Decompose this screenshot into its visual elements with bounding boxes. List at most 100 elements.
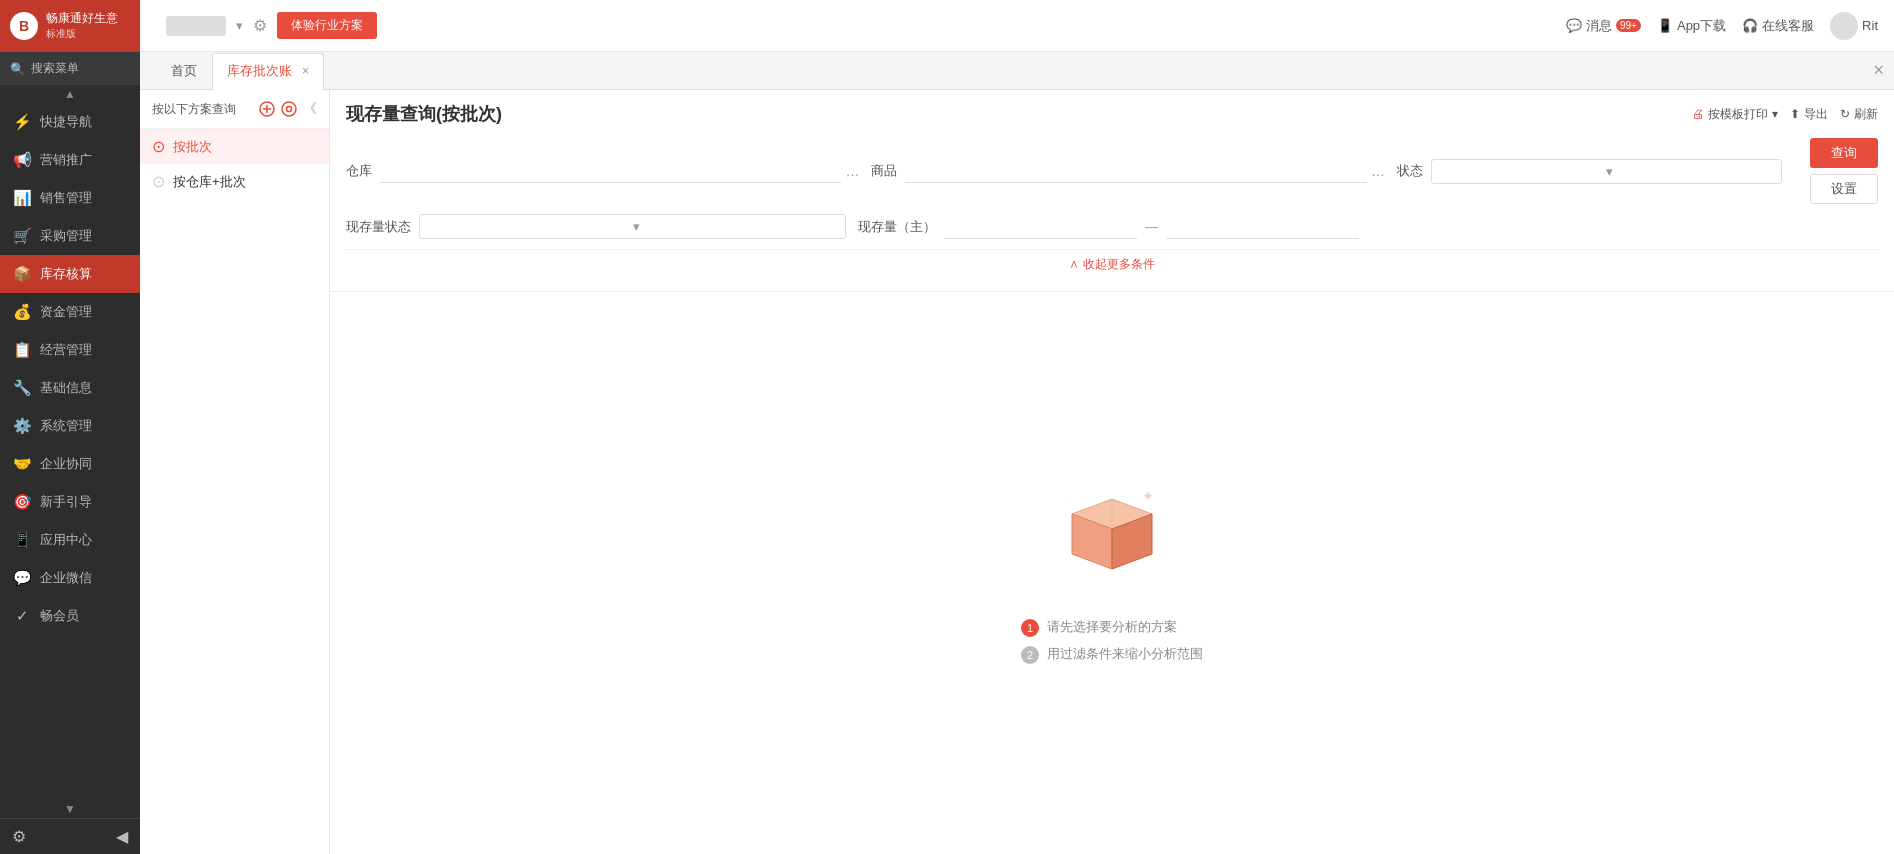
sidebar-item-newbie[interactable]: 🎯 新手引导: [0, 483, 140, 521]
scheme-by-warehouse-batch[interactable]: ⊙ 按仓库+批次: [140, 164, 329, 199]
sidebar-item-sales[interactable]: 📊 销售管理: [0, 179, 140, 217]
inventory-status-chevron-icon: ▾: [633, 219, 838, 234]
operations-icon: 📋: [12, 341, 32, 359]
export-icon: ⬆: [1790, 107, 1800, 121]
tabs-bar: 首页 库存批次账 × ×: [140, 52, 1894, 90]
trial-btn[interactable]: 体验行业方案: [277, 12, 377, 39]
sidebar-item-inventory[interactable]: 📦 库存核算: [0, 255, 140, 293]
add-scheme-btn[interactable]: [259, 101, 275, 117]
status-select[interactable]: ▾: [1431, 159, 1782, 184]
sidebar-scroll-down[interactable]: ▼: [64, 802, 76, 816]
filter-row-2: 现存量状态 ▾ 现存量（主） —: [346, 214, 1878, 239]
online-service-item[interactable]: 🎧 在线客服: [1742, 17, 1814, 35]
sidebar-item-system[interactable]: ⚙️ 系统管理: [0, 407, 140, 445]
sidebar-item-label: 应用中心: [40, 531, 92, 549]
sidebar-item-label: 企业协同: [40, 455, 92, 473]
topbar-settings-icon[interactable]: ⚙: [253, 16, 267, 35]
scheme-settings-btn[interactable]: [281, 101, 297, 117]
left-panel-collapse-btn[interactable]: 《: [303, 100, 317, 118]
search-icon: 🔍: [10, 62, 25, 76]
scheme-by-warehouse-label: 按仓库+批次: [173, 173, 246, 191]
warehouse-input[interactable]: [380, 159, 841, 183]
refresh-btn[interactable]: ↻ 刷新: [1840, 106, 1878, 123]
app-download-label: App下载: [1677, 17, 1726, 35]
sidebar-item-quick-nav[interactable]: ⚡ 快捷导航: [0, 103, 140, 141]
sidebar-scroll-up[interactable]: ▲: [64, 87, 76, 101]
footer-settings-icon[interactable]: ⚙: [12, 827, 26, 846]
plus-circle-icon: [259, 101, 275, 117]
sidebar-item-operations[interactable]: 📋 经营管理: [0, 331, 140, 369]
sidebar-item-label: 系统管理: [40, 417, 92, 435]
print-btn[interactable]: 🖨 按模板打印 ▾: [1692, 106, 1778, 123]
status-chevron-icon: ▾: [1606, 164, 1773, 179]
apps-icon: 📱: [12, 531, 32, 549]
status-filter: 状态 ▾: [1397, 159, 1782, 184]
sidebar-version: 标准版: [46, 27, 118, 41]
step-2-text: 用过滤条件来缩小分析范围: [1047, 645, 1203, 663]
settings-button[interactable]: 设置: [1810, 174, 1878, 204]
empty-step-1: 1 请先选择要分析的方案: [1021, 618, 1203, 637]
user-avatar: [1830, 12, 1858, 40]
empty-illustration: ✦ ·: [1052, 474, 1172, 594]
product-more-icon[interactable]: …: [1371, 163, 1385, 179]
app-download-item[interactable]: 📱 App下载: [1657, 17, 1726, 35]
warehouse-more-icon[interactable]: …: [845, 163, 859, 179]
tab-home[interactable]: 首页: [156, 52, 212, 89]
refresh-icon: ↻: [1840, 107, 1850, 121]
sidebar-item-label: 经营管理: [40, 341, 92, 359]
sidebar-item-label: 新手引导: [40, 493, 92, 511]
export-btn[interactable]: ⬆ 导出: [1790, 106, 1828, 123]
left-panel-actions: 《: [259, 100, 317, 118]
sidebar-item-weixin[interactable]: 💬 企业微信: [0, 559, 140, 597]
filter-actions: 查询 设置: [1810, 138, 1878, 204]
warehouse-filter: 仓库 …: [346, 159, 859, 183]
sidebar-item-apps[interactable]: 📱 应用中心: [0, 521, 140, 559]
sidebar-item-label: 营销推广: [40, 151, 92, 169]
sidebar-item-basic[interactable]: 🔧 基础信息: [0, 369, 140, 407]
inventory-icon: 📦: [12, 265, 32, 283]
newbie-icon: 🎯: [12, 493, 32, 511]
quick-nav-icon: ⚡: [12, 113, 32, 131]
member-icon: ✓: [12, 607, 32, 625]
left-panel: 按以下方案查询 《: [140, 90, 330, 854]
enterprise-icon: 🤝: [12, 455, 32, 473]
filter-collapse-btn[interactable]: ∧ 收起更多条件: [346, 249, 1878, 279]
page-title-actions: 🖨 按模板打印 ▾ ⬆ 导出 ↻ 刷新: [1692, 106, 1878, 123]
svg-point-4: [287, 107, 292, 112]
sidebar-search[interactable]: 🔍 搜索菜单: [0, 52, 140, 85]
topbar-right: 💬 消息 99+ 📱 App下载 🎧 在线客服 Rit: [1566, 12, 1878, 40]
collapse-label: 收起更多条件: [1083, 257, 1155, 271]
tabs-close-all-icon[interactable]: ×: [1873, 60, 1884, 81]
sidebar-item-label: 库存核算: [40, 265, 92, 283]
messages-badge: 99+: [1616, 19, 1641, 32]
print-dropdown-icon[interactable]: ▾: [1772, 107, 1778, 121]
tab-close-icon[interactable]: ×: [302, 64, 309, 78]
scheme-by-batch[interactable]: ⊙ 按批次: [140, 129, 329, 164]
footer-collapse-icon[interactable]: ◀: [116, 827, 128, 846]
inventory-qty-to[interactable]: [1166, 215, 1359, 239]
sidebar-item-label: 企业微信: [40, 569, 92, 587]
purchase-icon: 🛒: [12, 227, 32, 245]
right-panel: 现存量查询(按批次) 🖨 按模板打印 ▾ ⬆ 导出 ↻ 刷新: [330, 90, 1894, 854]
sales-icon: 📊: [12, 189, 32, 207]
sidebar-item-marketing[interactable]: 📢 营销推广: [0, 141, 140, 179]
tab-inventory-batch[interactable]: 库存批次账 ×: [212, 53, 324, 90]
sidebar-item-enterprise[interactable]: 🤝 企业协同: [0, 445, 140, 483]
sidebar-item-label: 基础信息: [40, 379, 92, 397]
query-button[interactable]: 查询: [1810, 138, 1878, 168]
breadcrumb-dropdown-icon[interactable]: ▾: [236, 18, 243, 33]
step-2-num: 2: [1021, 646, 1039, 664]
inventory-qty-from[interactable]: [944, 215, 1137, 239]
user-area[interactable]: Rit: [1830, 12, 1878, 40]
page-title: 现存量查询(按批次): [346, 102, 502, 126]
product-input[interactable]: [905, 159, 1366, 183]
filter-bar: 仓库 … 商品 … 状态 ▾: [330, 126, 1894, 292]
svg-text:✦: ✦: [1142, 488, 1154, 504]
collapse-icon: ∧: [1069, 257, 1079, 271]
inventory-status-select[interactable]: ▾: [419, 214, 846, 239]
sidebar-item-finance[interactable]: 💰 资金管理: [0, 293, 140, 331]
messages-item[interactable]: 💬 消息 99+: [1566, 17, 1641, 35]
sidebar-item-purchase[interactable]: 🛒 采购管理: [0, 217, 140, 255]
warehouse-label: 仓库: [346, 162, 372, 180]
sidebar-item-member[interactable]: ✓ 畅会员: [0, 597, 140, 635]
